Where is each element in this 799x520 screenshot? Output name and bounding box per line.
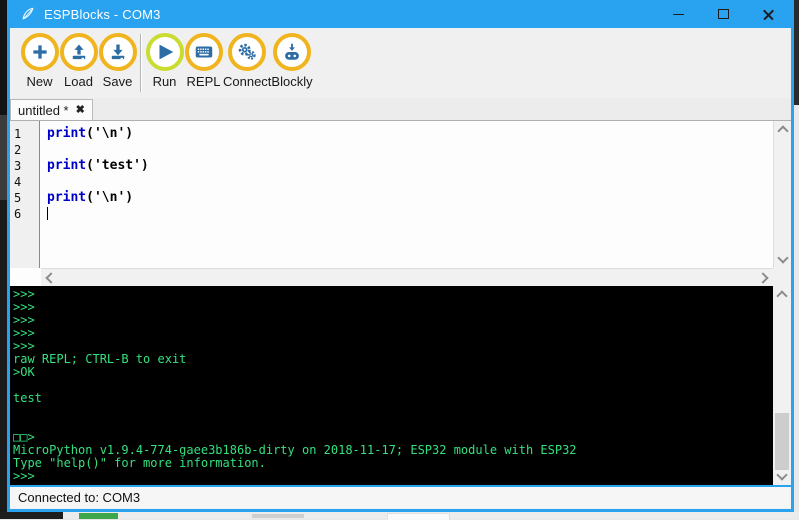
save-button[interactable]: Save [98, 28, 137, 89]
code-segment-plain: ('test') [86, 158, 149, 173]
close-icon [762, 8, 775, 21]
upload-icon [60, 33, 98, 71]
code-line[interactable] [47, 206, 773, 222]
line-number-gutter: 123456 [10, 121, 40, 268]
new-button[interactable]: New [20, 28, 59, 89]
editor-horizontal-scrollbar[interactable] [41, 268, 773, 286]
toolbar-separator [140, 34, 142, 92]
background-window-left [0, 0, 7, 512]
device-icon [273, 33, 311, 71]
terminal-line: test [13, 392, 771, 405]
scrollbar-corner [773, 268, 791, 286]
repl-button[interactable]: REPL [184, 28, 223, 89]
toolbar: New Load Save Run REPLConnectBlockly [10, 28, 791, 98]
terminal-line: >OK [13, 366, 771, 379]
new-label: New [26, 74, 52, 89]
editor-vertical-scrollbar[interactable] [773, 121, 791, 268]
feather-icon [20, 5, 36, 23]
run-label: Run [153, 74, 177, 89]
minimize-button[interactable] [656, 0, 701, 28]
app-window: ESPBlocks - COM3 NewLoadSaveRunREPLConne… [7, 0, 794, 512]
scroll-left-icon[interactable] [45, 272, 56, 283]
line-number: 1 [10, 126, 39, 142]
background-window-bottom-dark [0, 512, 63, 519]
code-segment-keyword: print [47, 158, 86, 173]
scroll-up-icon[interactable] [776, 290, 787, 301]
terminal-line: >>> [13, 288, 771, 301]
code-segment-plain: ('\n') [86, 190, 133, 205]
load-button[interactable]: Load [59, 28, 98, 89]
blockly-button[interactable]: Blockly [271, 28, 312, 89]
line-number: 5 [10, 190, 39, 206]
code-line[interactable]: print('\n') [47, 190, 773, 206]
line-number: 2 [10, 142, 39, 158]
terminal-output: >>>>>>>>>>>>>>>raw REPL; CTRL-B to exit>… [13, 288, 771, 483]
plus-icon [21, 33, 59, 71]
blockly-label: Blockly [271, 74, 312, 89]
terminal-line: >>> [13, 327, 771, 340]
maximize-button[interactable] [701, 0, 746, 28]
minimize-icon [673, 14, 684, 15]
terminal-scrollbar[interactable] [773, 286, 791, 485]
gears-icon [228, 33, 266, 71]
tab-untitled[interactable]: untitled * ✖ [10, 99, 93, 120]
repl-label: REPL [187, 74, 221, 89]
code-segment-keyword: print [47, 126, 86, 141]
terminal-line [13, 418, 771, 431]
download-icon [99, 33, 137, 71]
scrollbar-thumb[interactable] [775, 413, 789, 470]
repl-terminal[interactable]: >>>>>>>>>>>>>>>raw REPL; CTRL-B to exit>… [10, 286, 791, 485]
keyboard-icon [185, 33, 223, 71]
terminal-line [13, 405, 771, 418]
tab-close-icon[interactable]: ✖ [76, 105, 85, 116]
terminal-line: Type "help()" for more information. [13, 457, 771, 470]
code-line[interactable] [47, 174, 773, 190]
terminal-line: >>> [13, 301, 771, 314]
terminal-line [13, 379, 771, 392]
tab-bar: untitled * ✖ [10, 98, 791, 120]
code-segment-plain: ('\n') [86, 126, 133, 141]
scroll-down-icon[interactable] [776, 469, 787, 480]
titlebar[interactable]: ESPBlocks - COM3 [10, 0, 791, 28]
code-line[interactable]: print('\n') [47, 126, 773, 142]
save-label: Save [103, 74, 133, 89]
play-icon [146, 33, 184, 71]
connection-status: Connected to: COM3 [18, 490, 140, 505]
terminal-line: >>> [13, 314, 771, 327]
status-bar: Connected to: COM3 [10, 485, 791, 508]
connect-button[interactable]: Connect [223, 28, 271, 89]
window-controls [656, 0, 791, 28]
line-number: 6 [10, 206, 39, 222]
scroll-up-icon[interactable] [777, 125, 788, 136]
load-label: Load [64, 74, 93, 89]
text-cursor [47, 207, 48, 220]
code-line[interactable]: print('test') [47, 158, 773, 174]
background-window-right [794, 0, 799, 105]
code-editor[interactable]: 123456 print('\n')print('test')print('\n… [10, 120, 791, 286]
tab-label: untitled * [18, 103, 69, 118]
maximize-icon [718, 9, 729, 19]
scroll-down-icon[interactable] [777, 252, 788, 263]
line-number: 4 [10, 174, 39, 190]
terminal-line: >>> [13, 470, 771, 483]
code-segment-keyword: print [47, 190, 86, 205]
background-green-fragment [79, 513, 118, 519]
close-button[interactable] [746, 0, 791, 28]
code-area[interactable]: print('\n')print('test')print('\n') [41, 121, 773, 268]
line-number: 3 [10, 158, 39, 174]
background-text-fragment [252, 514, 304, 518]
connect-label: Connect [223, 74, 271, 89]
terminal-line: raw REPL; CTRL-B to exit [13, 353, 771, 366]
run-button[interactable]: Run [145, 28, 184, 89]
scroll-right-icon[interactable] [757, 272, 768, 283]
code-line[interactable] [47, 142, 773, 158]
window-title: ESPBlocks - COM3 [44, 7, 161, 22]
